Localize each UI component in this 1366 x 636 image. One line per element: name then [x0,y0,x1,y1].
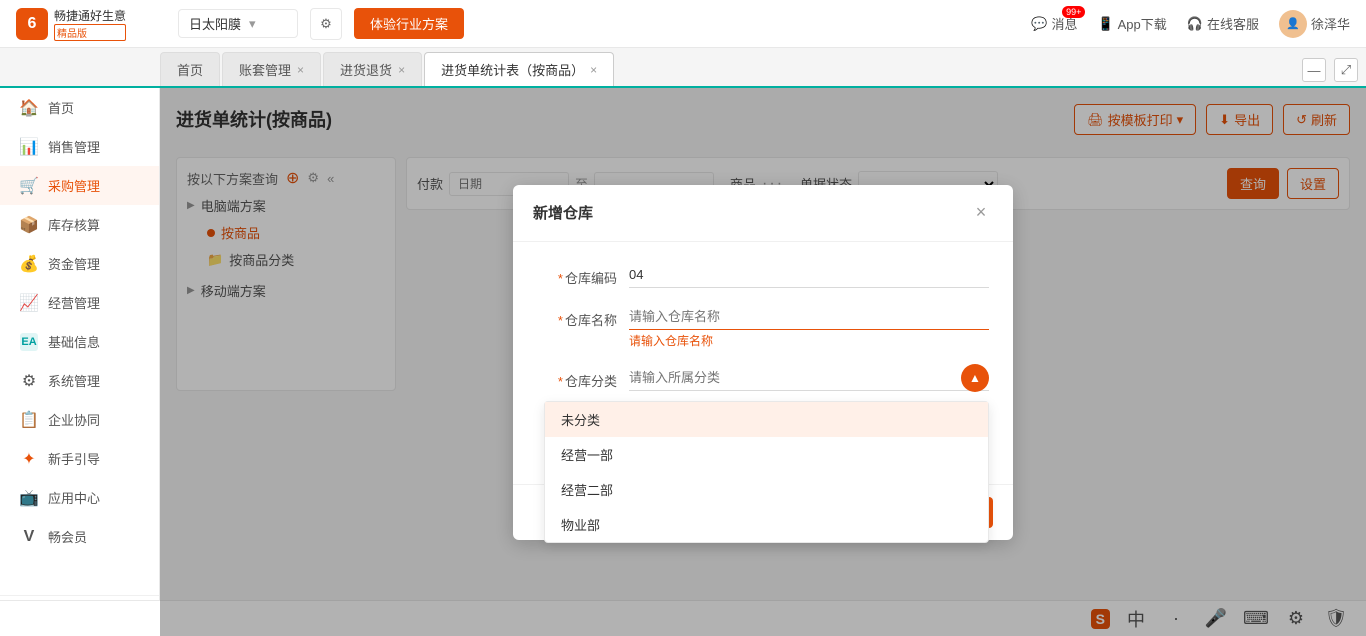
name-input[interactable] [629,304,989,330]
trial-button[interactable]: 体验行业方案 [354,8,464,39]
main-layout: 🏠 首页 📊 销售管理 🛒 采购管理 📦 库存核算 💰 资金管理 📈 经营管理 … [0,88,1366,636]
modal-body: *仓库编码 *仓库名称 请输入仓库名称 [513,242,1013,484]
online-service-label: 在线客服 [1207,14,1259,33]
name-input-wrapper: 请输入仓库名称 [629,304,989,349]
operation-icon: 📈 [20,294,38,312]
tab-home[interactable]: 首页 [160,52,220,86]
logo-text: 畅捷通好生意 精品版 [54,7,126,41]
online-service-button[interactable]: 🎧 在线客服 [1187,14,1259,33]
inventory-icon: 📦 [20,216,38,234]
message-badge: 99+ [1062,6,1085,18]
code-input-wrapper [629,262,989,288]
category-label: *仓库分类 [537,365,617,390]
app-download-button[interactable]: 📱 App下载 [1097,14,1166,33]
dropdown-item-dept1[interactable]: 经营一部 [545,437,988,472]
home-icon: 🏠 [20,99,38,117]
tab-purchase-return[interactable]: 进货退货 × [323,52,422,86]
category-dropdown-list: 未分类 经营一部 经营二部 物业部 [544,401,989,543]
message-icon: 💬 [1031,16,1047,32]
sidebar-item-member[interactable]: V 畅会员 [0,517,159,556]
system-icon: ⚙ [20,372,38,390]
dropdown-item-unclassified[interactable]: 未分类 [545,402,988,437]
gear-button[interactable]: ⚙ [310,8,342,40]
store-selector[interactable]: 日太阳膜 ▾ [178,9,298,38]
tab-bar-end: — ⤢ [1302,58,1366,86]
code-form-row: *仓库编码 [537,262,989,288]
guide-icon: ✦ [20,450,38,468]
tab-minimize-button[interactable]: — [1302,58,1326,82]
sidebar-item-sales[interactable]: 📊 销售管理 [0,127,159,166]
name-error-msg: 请输入仓库名称 [629,332,989,349]
top-header: 6 畅捷通好生意 精品版 日太阳膜 ▾ ⚙ 体验行业方案 💬 消息 99+ 📱 … [0,0,1366,48]
member-icon: V [20,528,38,546]
message-button[interactable]: 💬 消息 99+ [1031,14,1077,33]
category-dropdown-arrow[interactable]: ▲ [961,364,989,392]
logo-icon: 6 [16,8,48,40]
tab-purchase-stats[interactable]: 进货单统计表（按商品） × [424,52,614,86]
modal-overlay: 新增仓库 × *仓库编码 [160,88,1366,636]
category-form-row: *仓库分类 ▲ 未分类 经营一部 经营二部 物业部 [537,365,989,391]
appcenter-icon: 📺 [20,489,38,507]
sidebar-item-inventory[interactable]: 📦 库存核算 [0,205,159,244]
headset-icon: 🎧 [1187,16,1203,32]
sidebar-item-purchase[interactable]: 🛒 采购管理 [0,166,159,205]
user-profile[interactable]: 👤 徐泽华 [1279,10,1350,38]
modal-close-button[interactable]: × [969,201,993,225]
collab-icon: 📋 [20,411,38,429]
sidebar-item-operation[interactable]: 📈 经营管理 [0,283,159,322]
basic-info-icon: EA [20,333,38,351]
app-download-label: App下载 [1118,14,1167,33]
modal-header: 新增仓库 × [513,185,1013,242]
phone-icon: 📱 [1097,16,1113,32]
sidebar-item-home[interactable]: 🏠 首页 [0,88,159,127]
store-name: 日太阳膜 [189,14,241,33]
name-form-row: *仓库名称 请输入仓库名称 [537,304,989,349]
sidebar-item-collab[interactable]: 📋 企业协同 [0,400,159,439]
sidebar: 🏠 首页 📊 销售管理 🛒 采购管理 📦 库存核算 💰 资金管理 📈 经营管理 … [0,88,160,636]
category-select-wrapper: ▲ 未分类 经营一部 经营二部 物业部 [629,365,989,391]
username-label: 徐泽华 [1311,14,1350,33]
name-label: *仓库名称 [537,304,617,329]
sidebar-item-appcenter[interactable]: 📺 应用中心 [0,478,159,517]
sidebar-item-basic[interactable]: EA 基础信息 [0,322,159,361]
sidebar-item-finance[interactable]: 💰 资金管理 [0,244,159,283]
logo-area: 6 畅捷通好生意 精品版 [16,7,166,41]
header-right: 💬 消息 99+ 📱 App下载 🎧 在线客服 👤 徐泽华 [1031,10,1350,38]
tab-expand-button[interactable]: ⤢ [1334,58,1358,82]
tab-close-purchase-return[interactable]: × [398,63,405,77]
tab-accounts[interactable]: 账套管理 × [222,52,321,86]
content-area: 进货单统计(按商品) 🖨 按模板打印 ▾ ⬇ 导出 ↺ 刷新 [160,88,1366,636]
sales-icon: 📊 [20,138,38,156]
sidebar-item-guide[interactable]: ✦ 新手引导 [0,439,159,478]
modal-title: 新增仓库 [533,202,593,223]
purchase-icon: 🛒 [20,177,38,195]
chevron-down-icon: ▾ [249,16,256,32]
sidebar-item-system[interactable]: ⚙ 系统管理 [0,361,159,400]
gear-icon: ⚙ [320,16,332,32]
tab-close-purchase-stats[interactable]: × [590,63,597,77]
dropdown-item-property[interactable]: 物业部 [545,507,988,542]
finance-icon: 💰 [20,255,38,273]
code-label: *仓库编码 [537,262,617,287]
avatar: 👤 [1279,10,1307,38]
dropdown-item-dept2[interactable]: 经营二部 [545,472,988,507]
tab-bar: 首页 账套管理 × 进货退货 × 进货单统计表（按商品） × — ⤢ [0,48,1366,88]
tab-close-accounts[interactable]: × [297,63,304,77]
code-input[interactable] [629,262,989,288]
add-warehouse-modal: 新增仓库 × *仓库编码 [513,185,1013,540]
category-input[interactable] [629,365,989,391]
